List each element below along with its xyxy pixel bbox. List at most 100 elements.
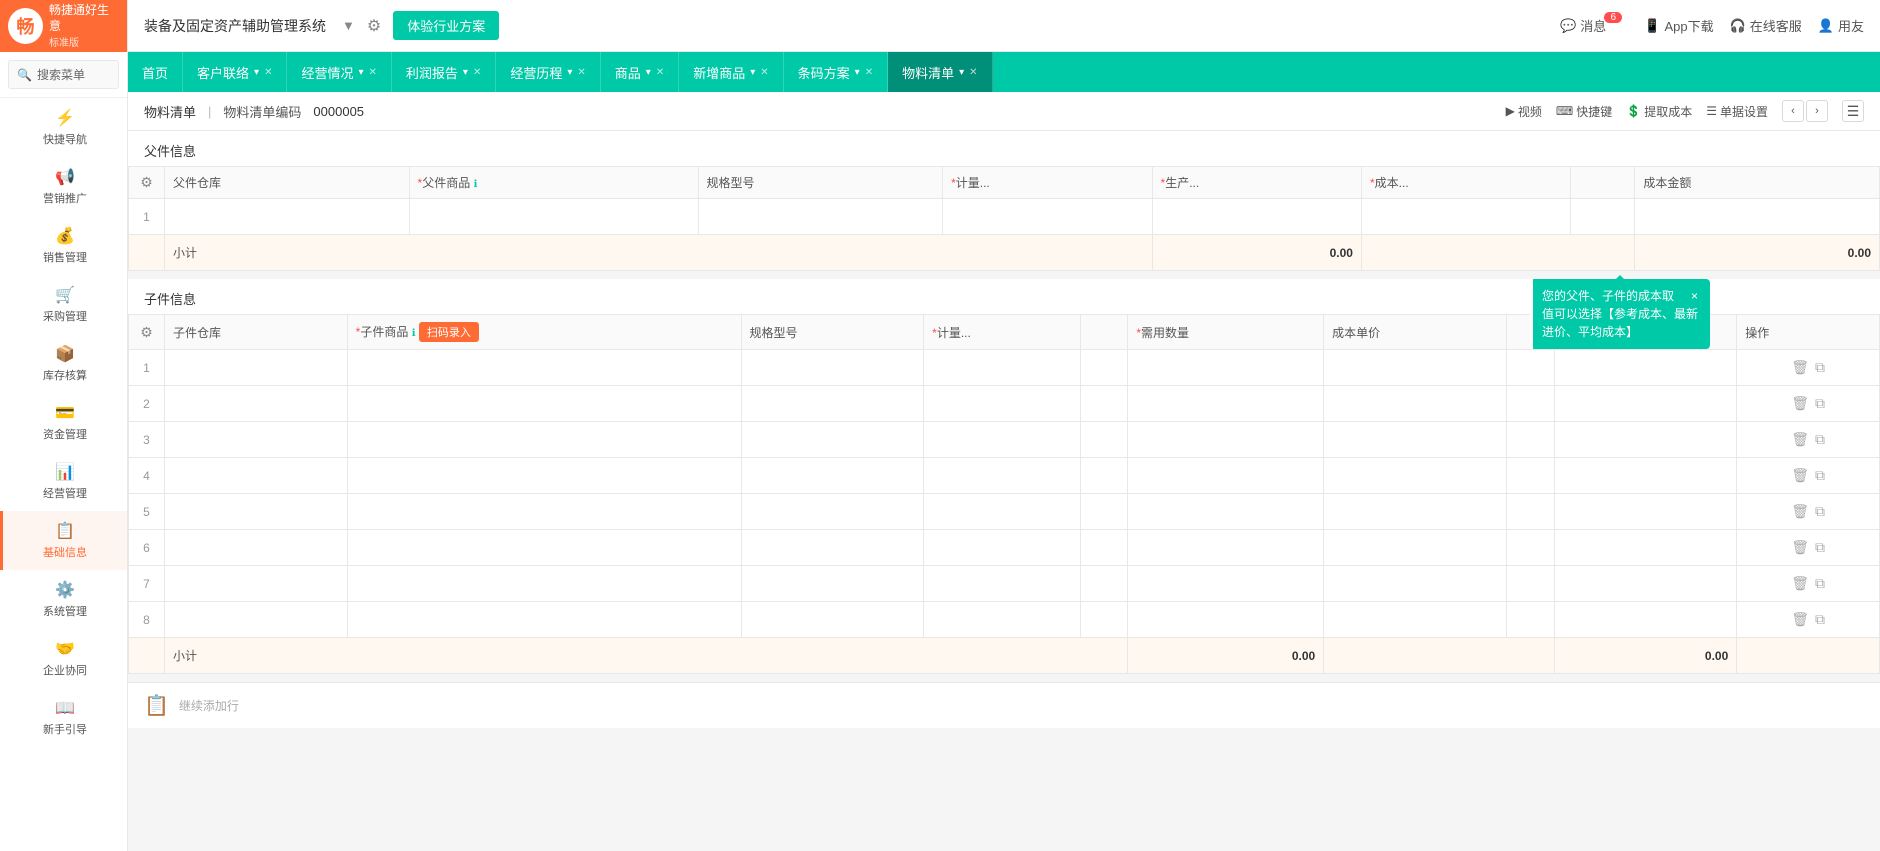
child-cell-qty[interactable]: [924, 422, 1080, 458]
tab-close-icon[interactable]: ✕: [865, 67, 873, 78]
breadcrumb-current[interactable]: 物料清单: [144, 102, 196, 121]
child-cell-product[interactable]: [347, 530, 741, 566]
tab-dropdown-icon[interactable]: ▾: [358, 67, 363, 78]
child-cell-warehouse[interactable]: [165, 422, 348, 458]
child-cell-unit-cost[interactable]: [1324, 566, 1507, 602]
sidebar-item-basic[interactable]: 📋 基础信息: [0, 511, 127, 570]
child-cell-qty[interactable]: [924, 458, 1080, 494]
app-download-item[interactable]: 📱 App下载: [1644, 16, 1713, 35]
tab-dropdown-icon[interactable]: ▾: [254, 67, 259, 78]
tab-close-icon[interactable]: ✕: [969, 67, 977, 78]
child-col-settings[interactable]: ⚙: [129, 315, 165, 350]
child-cell-warehouse[interactable]: [165, 386, 348, 422]
sidebar-item-purchase[interactable]: 🛒 采购管理: [0, 275, 127, 334]
child-cell-needed[interactable]: [1128, 494, 1324, 530]
video-action[interactable]: ▶ 视频: [1506, 103, 1542, 120]
tab-dropdown-icon[interactable]: ▾: [646, 67, 651, 78]
shortcut-action[interactable]: ⌨ 快捷键: [1556, 103, 1612, 120]
copy-icon[interactable]: ⧉: [1815, 539, 1825, 556]
child-cell-product[interactable]: [347, 386, 741, 422]
tab-dropdown-icon[interactable]: ▾: [959, 67, 964, 78]
child-cell-spec[interactable]: [741, 350, 924, 386]
child-cell-needed[interactable]: [1128, 602, 1324, 638]
sidebar-item-guide[interactable]: 📖 新手引导: [0, 688, 127, 747]
copy-icon[interactable]: ⧉: [1815, 503, 1825, 520]
child-cell-qty[interactable]: [924, 350, 1080, 386]
parent-cell-qty[interactable]: [943, 199, 1152, 235]
tab-dropdown-icon[interactable]: ▾: [567, 67, 572, 78]
child-cell-warehouse[interactable]: [165, 530, 348, 566]
child-cell-qty[interactable]: [924, 494, 1080, 530]
nav-tab-客户联络[interactable]: 客户联络▾✕: [183, 52, 287, 92]
child-cell-qty[interactable]: [924, 566, 1080, 602]
delete-icon[interactable]: 🗑: [1791, 431, 1809, 448]
sidebar-item-finance[interactable]: 💳 资金管理: [0, 393, 127, 452]
search-menu-button[interactable]: 🔍 搜索菜单: [8, 60, 119, 89]
trial-button[interactable]: 体验行业方案: [393, 11, 499, 40]
tab-dropdown-icon[interactable]: ▾: [750, 67, 755, 78]
tab-dropdown-icon[interactable]: ▾: [855, 67, 860, 78]
copy-icon[interactable]: ⧉: [1815, 359, 1825, 376]
child-cell-spec[interactable]: [741, 566, 924, 602]
child-cell-needed[interactable]: [1128, 422, 1324, 458]
child-cell-product[interactable]: [347, 458, 741, 494]
child-cell-needed[interactable]: [1128, 458, 1324, 494]
delete-icon[interactable]: 🗑: [1791, 539, 1809, 556]
sidebar-item-operations[interactable]: 📊 经营管理: [0, 452, 127, 511]
add-row-icon[interactable]: 📋: [144, 693, 169, 718]
child-cell-needed[interactable]: [1128, 530, 1324, 566]
tab-dropdown-icon[interactable]: ▾: [463, 67, 468, 78]
sidebar-item-inventory[interactable]: 📦 库存核算: [0, 334, 127, 393]
tab-close-icon[interactable]: ✕: [473, 67, 481, 78]
parent-cell-warehouse[interactable]: [165, 199, 410, 235]
child-cell-qty[interactable]: [924, 530, 1080, 566]
child-cell-unit-cost[interactable]: [1324, 602, 1507, 638]
delete-icon[interactable]: 🗑: [1791, 611, 1809, 628]
copy-icon[interactable]: ⧉: [1815, 467, 1825, 484]
child-cell-unit-cost[interactable]: [1324, 530, 1507, 566]
sidebar-item-system[interactable]: ⚙️ 系统管理: [0, 570, 127, 629]
nav-tab-利润报告[interactable]: 利润报告▾✕: [392, 52, 496, 92]
tab-close-icon[interactable]: ✕: [656, 67, 664, 78]
tab-close-icon[interactable]: ✕: [760, 67, 768, 78]
sidebar-item-marketing[interactable]: 📢 营销推广: [0, 157, 127, 216]
nav-tab-物料清单[interactable]: 物料清单▾✕: [888, 52, 992, 92]
parent-col-settings[interactable]: ⚙: [129, 167, 165, 199]
child-cell-product[interactable]: [347, 602, 741, 638]
child-cell-product[interactable]: [347, 566, 741, 602]
parent-cell-spec[interactable]: [698, 199, 943, 235]
child-cell-spec[interactable]: [741, 386, 924, 422]
delete-icon[interactable]: 🗑: [1791, 359, 1809, 376]
child-cell-product[interactable]: [347, 422, 741, 458]
child-cell-needed[interactable]: [1128, 566, 1324, 602]
child-cell-unit-cost[interactable]: [1324, 422, 1507, 458]
child-cell-qty[interactable]: [924, 386, 1080, 422]
copy-icon[interactable]: ⧉: [1815, 611, 1825, 628]
list-view-button[interactable]: ☰: [1842, 100, 1864, 122]
copy-icon[interactable]: ⧉: [1815, 431, 1825, 448]
child-cell-spec[interactable]: [741, 530, 924, 566]
delete-icon[interactable]: 🗑: [1791, 395, 1809, 412]
nav-tab-经营情况[interactable]: 经营情况▾✕: [287, 52, 391, 92]
sidebar-item-quicknav[interactable]: ⚡ 快捷导航: [0, 98, 127, 157]
sidebar-item-sales[interactable]: 💰 销售管理: [0, 216, 127, 275]
nav-tab-商品[interactable]: 商品▾✕: [601, 52, 679, 92]
child-cell-warehouse[interactable]: [165, 350, 348, 386]
prev-arrow-button[interactable]: ‹: [1782, 100, 1804, 122]
child-cell-unit-cost[interactable]: [1324, 350, 1507, 386]
parent-cell-product[interactable]: [409, 199, 698, 235]
system-dropdown-icon[interactable]: ▼: [342, 18, 355, 33]
child-cell-product[interactable]: [347, 494, 741, 530]
delete-icon[interactable]: 🗑: [1791, 503, 1809, 520]
sidebar-item-corp[interactable]: 🤝 企业协同: [0, 629, 127, 688]
settings-action[interactable]: ☰ 单据设置: [1706, 103, 1768, 120]
child-cell-needed[interactable]: [1128, 386, 1324, 422]
child-cell-warehouse[interactable]: [165, 494, 348, 530]
nav-tab-经营历程[interactable]: 经营历程▾✕: [496, 52, 600, 92]
message-item[interactable]: 💬 消息 6: [1560, 16, 1628, 35]
tab-close-icon[interactable]: ✕: [369, 67, 377, 78]
delete-icon[interactable]: 🗑: [1791, 575, 1809, 592]
child-cell-spec[interactable]: [741, 422, 924, 458]
child-cell-warehouse[interactable]: [165, 458, 348, 494]
child-cell-unit-cost[interactable]: [1324, 494, 1507, 530]
